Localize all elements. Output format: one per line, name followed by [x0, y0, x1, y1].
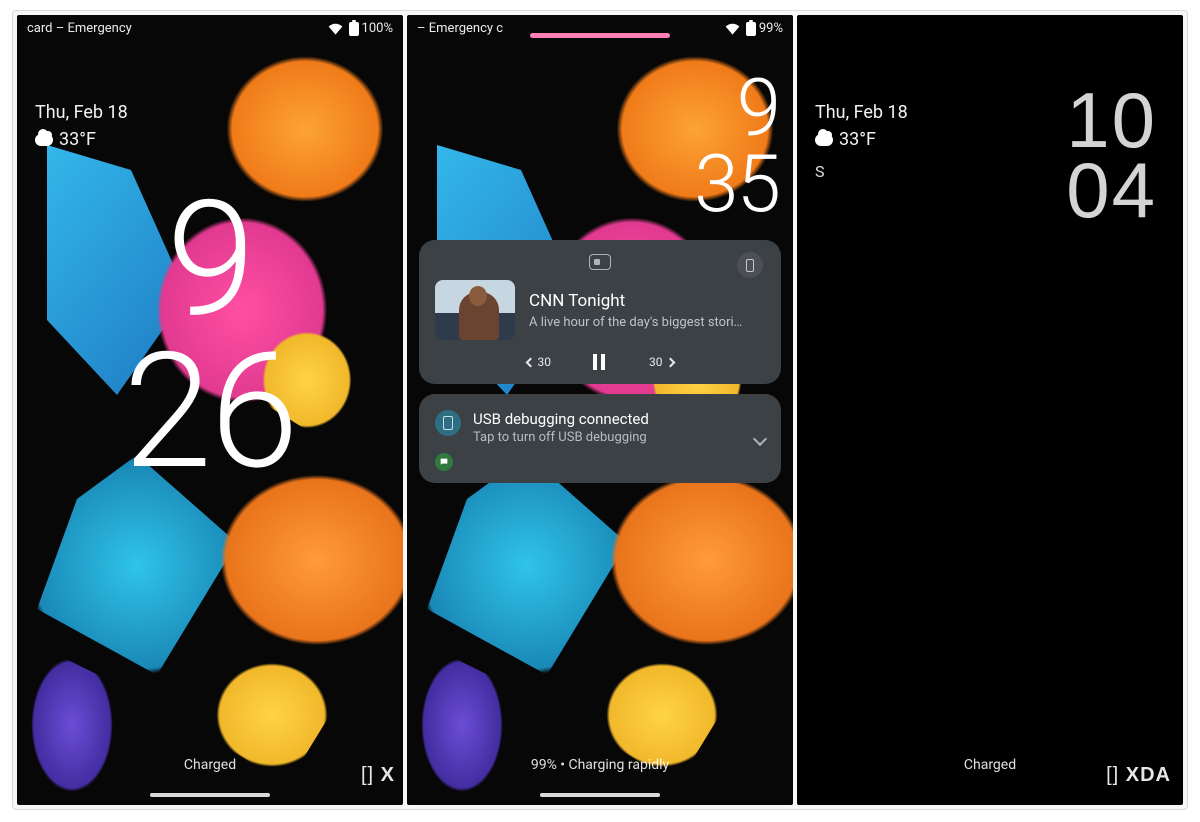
lock-clock: 9 26: [123, 185, 297, 489]
weather-cloud-icon: [35, 134, 53, 146]
clock-minutes: 04: [1066, 155, 1157, 225]
cast-icon[interactable]: [589, 254, 611, 270]
date-weather-widget[interactable]: Thu, Feb 18 33°F: [35, 101, 128, 152]
wifi-icon: [328, 23, 343, 35]
lock-clock: 9 35: [694, 70, 779, 222]
status-bar: card – Emergency 100%: [27, 21, 393, 36]
media-notification[interactable]: CNN Tonight A live hour of the day's big…: [419, 240, 781, 384]
rewind-button[interactable]: 30: [527, 355, 552, 369]
xda-watermark: [] X: [361, 764, 395, 787]
weather-cloud-icon: [815, 134, 833, 146]
output-device-button[interactable]: [737, 252, 763, 278]
date-weather-widget[interactable]: Thu, Feb 18 33°F S: [815, 101, 908, 183]
media-title: CNN Tonight: [529, 291, 742, 311]
battery-percent: 100%: [362, 21, 393, 36]
xda-watermark: [] XDA: [1106, 764, 1171, 787]
usb-icon: [435, 410, 461, 436]
battery-indicator: 99%: [746, 21, 783, 36]
clock-hours: 10: [1066, 85, 1157, 155]
date-text: Thu, Feb 18: [35, 101, 128, 124]
charging-status: 99% • Charging rapidly: [407, 757, 793, 773]
clock-minutes: 26: [123, 337, 297, 489]
battery-percent: 99%: [759, 21, 783, 36]
lockscreen-2: – Emergency c 99% 9 35: [407, 15, 793, 805]
extra-info-line: S: [815, 162, 908, 183]
carrier-text: – Emergency c: [417, 21, 503, 36]
expand-chevron-icon[interactable]: [753, 431, 767, 445]
messages-app-icon[interactable]: [435, 453, 453, 471]
pause-button[interactable]: [593, 354, 607, 370]
temperature-text: 33°F: [839, 128, 876, 151]
wifi-icon: [725, 23, 740, 35]
aod-clock: 10 04: [1066, 85, 1157, 225]
battery-icon: [746, 22, 756, 36]
rewind-amount: 30: [538, 355, 552, 369]
clock-hours: 9: [694, 70, 779, 146]
charging-status: Charged: [17, 757, 403, 773]
forward-button[interactable]: 30: [649, 355, 674, 369]
carrier-text: card – Emergency: [27, 21, 132, 36]
usb-subtitle: Tap to turn off USB debugging: [473, 430, 649, 445]
clock-hours: 9: [123, 185, 297, 337]
date-text: Thu, Feb 18: [815, 101, 908, 124]
lockscreen-1: card – Emergency 100% Thu, Feb 18 33°F 9…: [17, 15, 403, 805]
screenshot-frame: card – Emergency 100% Thu, Feb 18 33°F 9…: [12, 10, 1188, 810]
gesture-nav-bar[interactable]: [150, 793, 270, 797]
gesture-nav-bar[interactable]: [540, 793, 660, 797]
notification-pill[interactable]: [530, 33, 670, 38]
battery-icon: [349, 22, 359, 36]
forward-amount: 30: [649, 355, 663, 369]
aod-screen: Thu, Feb 18 33°F S 10 04 Charged [] XDA: [797, 15, 1183, 805]
clock-minutes: 35: [694, 146, 779, 222]
battery-indicator: 100%: [349, 21, 393, 36]
usb-title: USB debugging connected: [473, 410, 649, 428]
usb-notification[interactable]: USB debugging connected Tap to turn off …: [419, 394, 781, 483]
temperature-text: 33°F: [59, 128, 96, 151]
notification-area: CNN Tonight A live hour of the day's big…: [419, 240, 781, 483]
media-subtitle: A live hour of the day's biggest stori…: [529, 315, 742, 330]
phone-icon: [746, 259, 754, 272]
media-thumbnail: [435, 280, 515, 340]
